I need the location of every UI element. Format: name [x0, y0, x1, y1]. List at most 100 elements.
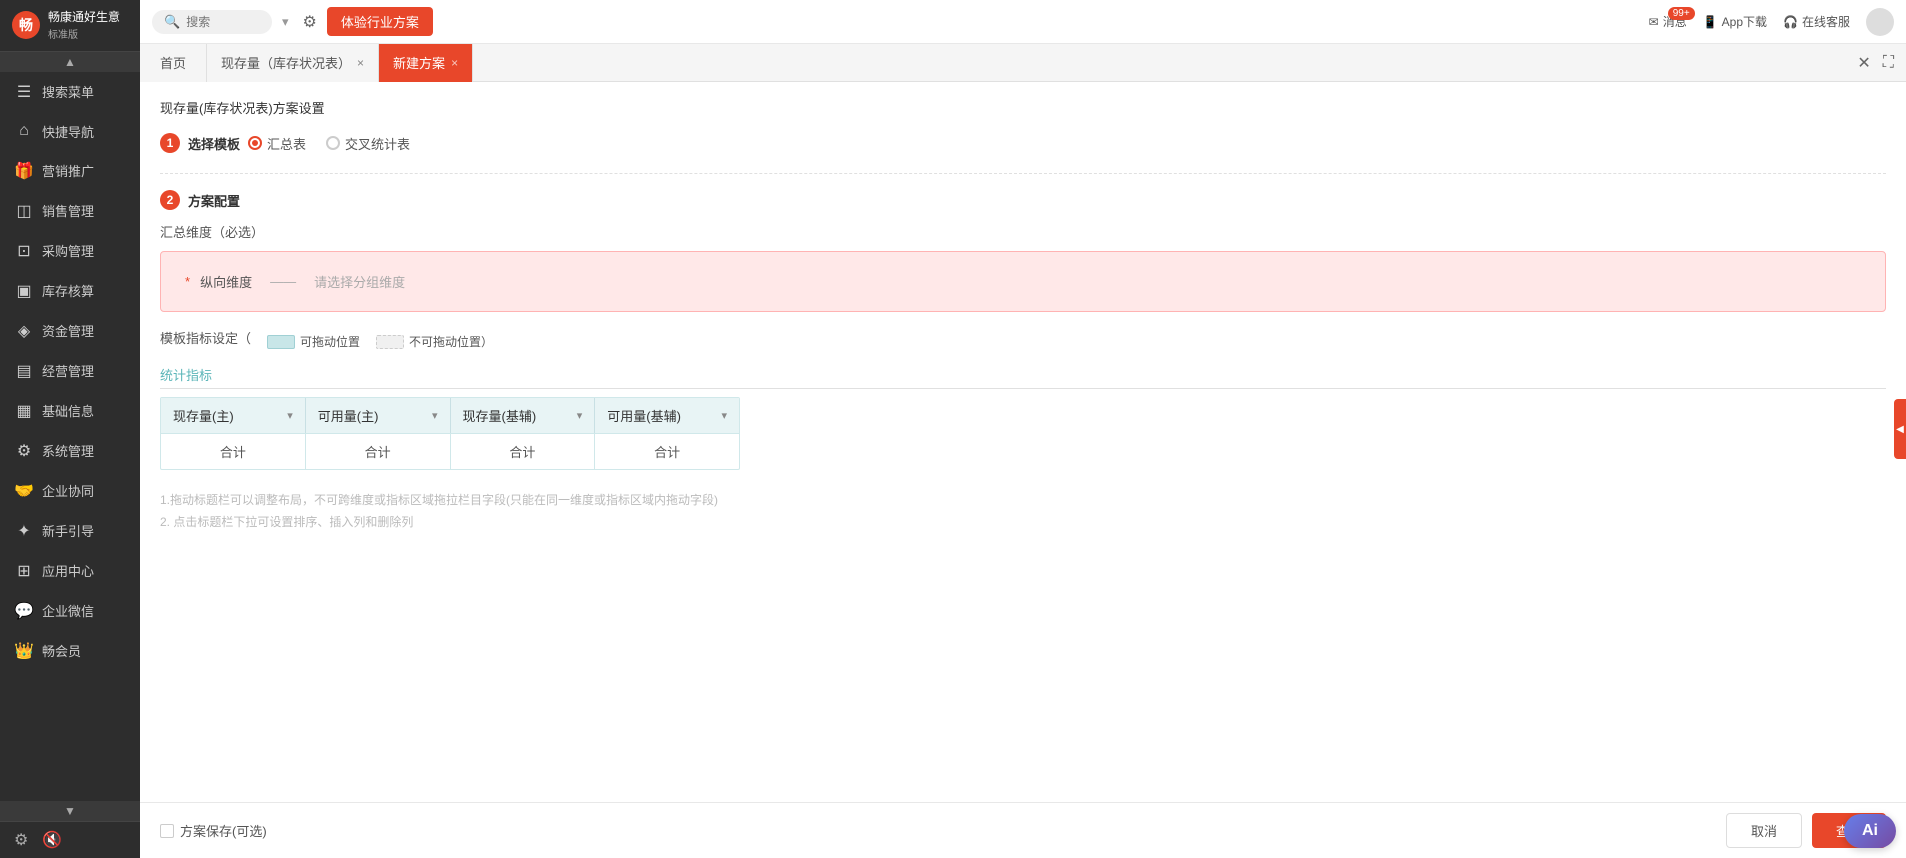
avatar[interactable] — [1866, 8, 1894, 36]
sound-icon[interactable]: 🔇 — [42, 830, 62, 850]
sidebar-item-enterprise-wechat[interactable]: 💬 企业微信 — [0, 591, 140, 631]
page-title: 现存量(库存状况表)方案设置 — [160, 98, 1886, 117]
step1-section: 1 选择模板 汇总表 交叉统计表 — [160, 133, 1886, 153]
sidebar-item-management[interactable]: ▤ 经营管理 — [0, 351, 140, 391]
content-area: 现存量(库存状况表)方案设置 1 选择模板 汇总表 交叉统计表 — [140, 82, 1906, 802]
tab-new-plan-label: 新建方案 — [393, 53, 445, 72]
sidebar-item-basic-info[interactable]: ▦ 基础信息 — [0, 391, 140, 431]
close-tab-icon[interactable]: ✕ — [1853, 49, 1874, 77]
sidebar-item-purchase[interactable]: ⊡ 采购管理 — [0, 231, 140, 271]
settings-icon[interactable]: ⚙ — [14, 830, 28, 850]
step2-section: 2 方案配置 汇总维度（必选） * 纵向维度 —— 请选择分组维度 模板指标设定… — [160, 190, 1886, 533]
app-sub: 标准版 — [48, 26, 120, 41]
step2-badge: 2 — [160, 190, 180, 210]
dimension-row: * 纵向维度 —— 请选择分组维度 — [185, 272, 1861, 291]
radio-cross[interactable]: 交叉统计表 — [326, 134, 410, 153]
stats-col-0[interactable]: 现存量(主) ▾ — [161, 398, 306, 433]
template-radio-group: 汇总表 交叉统计表 — [248, 134, 410, 153]
online-service-button[interactable]: 🎧 在线客服 — [1783, 13, 1850, 30]
sidebar-item-sales[interactable]: ◫ 销售管理 — [0, 191, 140, 231]
tab-home[interactable]: 首页 — [140, 44, 207, 82]
newbie-icon: ✦ — [14, 521, 34, 541]
sidebar-item-label: 基础信息 — [42, 401, 94, 420]
phone-icon: 📱 — [1703, 15, 1718, 29]
sidebar-item-label: 搜索菜单 — [42, 82, 94, 101]
radio-summary[interactable]: 汇总表 — [248, 134, 306, 153]
indicator-legend: 模板指标设定（ 可拖动位置 不可拖动位置） — [160, 328, 1886, 355]
stats-col-0-label: 现存量(主) — [173, 406, 234, 425]
sidebar-item-enterprise[interactable]: 🤝 企业协同 — [0, 471, 140, 511]
chevron-down-icon: ▾ — [432, 409, 438, 422]
stats-col-1-label: 可用量(主) — [318, 406, 379, 425]
sidebar-scroll-up[interactable]: ▲ — [0, 52, 140, 72]
topbar-right: ✉ 消息 99+ 📱 App下载 🎧 在线客服 — [1649, 8, 1894, 36]
legend-fixed-label: 不可拖动位置） — [409, 333, 493, 350]
cancel-button[interactable]: 取消 — [1726, 813, 1802, 848]
marketing-icon: 🎁 — [14, 161, 34, 181]
stats-col-1[interactable]: 可用量(主) ▾ — [306, 398, 451, 433]
edge-icon: ◀ — [1896, 424, 1904, 435]
legend-fixed: 不可拖动位置） — [376, 333, 493, 350]
sidebar-item-member[interactable]: 👑 畅会员 — [0, 631, 140, 671]
footer-bar: 方案保存(可选) 取消 查询 — [140, 802, 1906, 858]
sidebar-item-quick-nav[interactable]: ⌂ 快捷导航 — [0, 112, 140, 151]
save-checkbox-label: 方案保存(可选) — [180, 821, 267, 840]
chevron-down-icon[interactable]: ▾ — [282, 14, 289, 30]
topbar-search-box[interactable]: 🔍 — [152, 10, 272, 34]
sidebar-item-inventory[interactable]: ▣ 库存核算 — [0, 271, 140, 311]
tab-new-plan-close-icon[interactable]: × — [451, 56, 458, 70]
chevron-down-icon: ▾ — [721, 409, 727, 422]
search-input[interactable] — [186, 15, 266, 29]
sidebar-item-label: 快捷导航 — [42, 122, 94, 141]
message-badge: 99+ — [1668, 7, 1695, 20]
sidebar-item-app-center[interactable]: ⊞ 应用中心 — [0, 551, 140, 591]
sidebar-item-marketing[interactable]: 🎁 营销推广 — [0, 151, 140, 191]
legend-draggable: 可拖动位置 — [267, 333, 360, 350]
dimension-placeholder[interactable]: 请选择分组维度 — [314, 272, 405, 291]
stats-table-header: 现存量(主) ▾ 可用量(主) ▾ 现存量(基辅) ▾ 可用量(基辅) ▾ — [161, 398, 739, 433]
tab-inventory-status[interactable]: 现存量（库存状况表） × — [207, 44, 379, 82]
sidebar-item-newbie[interactable]: ✦ 新手引导 — [0, 511, 140, 551]
sidebar-item-label: 系统管理 — [42, 441, 94, 460]
ai-fab-button[interactable]: Ai — [1844, 814, 1896, 848]
sidebar-item-finance[interactable]: ◈ 资金管理 — [0, 311, 140, 351]
sidebar-item-label: 库存核算 — [42, 281, 94, 300]
logo-icon: 畅 — [12, 11, 40, 39]
sales-icon: ◫ — [14, 201, 34, 221]
stats-cell-2: 合计 — [451, 434, 596, 469]
topbar: 🔍 ▾ ⚙ 体验行业方案 ✉ 消息 99+ 📱 App下载 🎧 在线客服 — [140, 0, 1906, 44]
stats-col-3[interactable]: 可用量(基辅) ▾ — [595, 398, 739, 433]
tab-home-label: 首页 — [160, 53, 186, 72]
app-center-icon: ⊞ — [14, 561, 34, 581]
right-edge-handle[interactable]: ◀ — [1894, 399, 1906, 459]
sidebar-item-search-menu[interactable]: ☰ 搜索菜单 — [0, 72, 140, 112]
tip-2: 2. 点击标题栏下拉可设置排序、插入列和删除列 — [160, 512, 1886, 534]
radio-summary-dot — [248, 136, 262, 150]
stats-cell-3: 合计 — [595, 434, 739, 469]
expand-icon[interactable]: ⛶ — [1879, 50, 1898, 76]
tab-inventory-status-label: 现存量（库存状况表） — [221, 53, 351, 72]
sidebar-item-label: 新手引导 — [42, 521, 94, 540]
save-checkbox[interactable] — [160, 824, 174, 838]
sidebar-item-system[interactable]: ⚙ 系统管理 — [0, 431, 140, 471]
stats-col-3-label: 可用量(基辅) — [607, 406, 681, 425]
inventory-icon: ▣ — [14, 281, 34, 301]
stats-col-2[interactable]: 现存量(基辅) ▾ — [451, 398, 596, 433]
message-button[interactable]: ✉ 消息 99+ — [1649, 13, 1687, 30]
app-download-button[interactable]: 📱 App下载 — [1703, 13, 1767, 30]
tab-inventory-close-icon[interactable]: × — [357, 56, 364, 70]
trial-industry-button[interactable]: 体验行业方案 — [327, 7, 433, 36]
stats-cell-1: 合计 — [306, 434, 451, 469]
topbar-gear-icon[interactable]: ⚙ — [303, 12, 317, 32]
legend-draggable-box — [267, 335, 295, 349]
summary-dim-label: 汇总维度（必选） — [160, 222, 1886, 241]
purchase-icon: ⊡ — [14, 241, 34, 261]
sidebar-scroll-down[interactable]: ▼ — [0, 801, 140, 821]
tab-new-plan[interactable]: 新建方案 × — [379, 44, 473, 82]
sidebar-item-label: 采购管理 — [42, 241, 94, 260]
stats-section-label: 统计指标 — [160, 365, 1886, 389]
save-option[interactable]: 方案保存(可选) — [160, 821, 267, 840]
message-icon: ✉ — [1649, 15, 1659, 29]
main-area: 🔍 ▾ ⚙ 体验行业方案 ✉ 消息 99+ 📱 App下载 🎧 在线客服 — [140, 0, 1906, 858]
step2-header: 2 方案配置 — [160, 190, 1886, 210]
